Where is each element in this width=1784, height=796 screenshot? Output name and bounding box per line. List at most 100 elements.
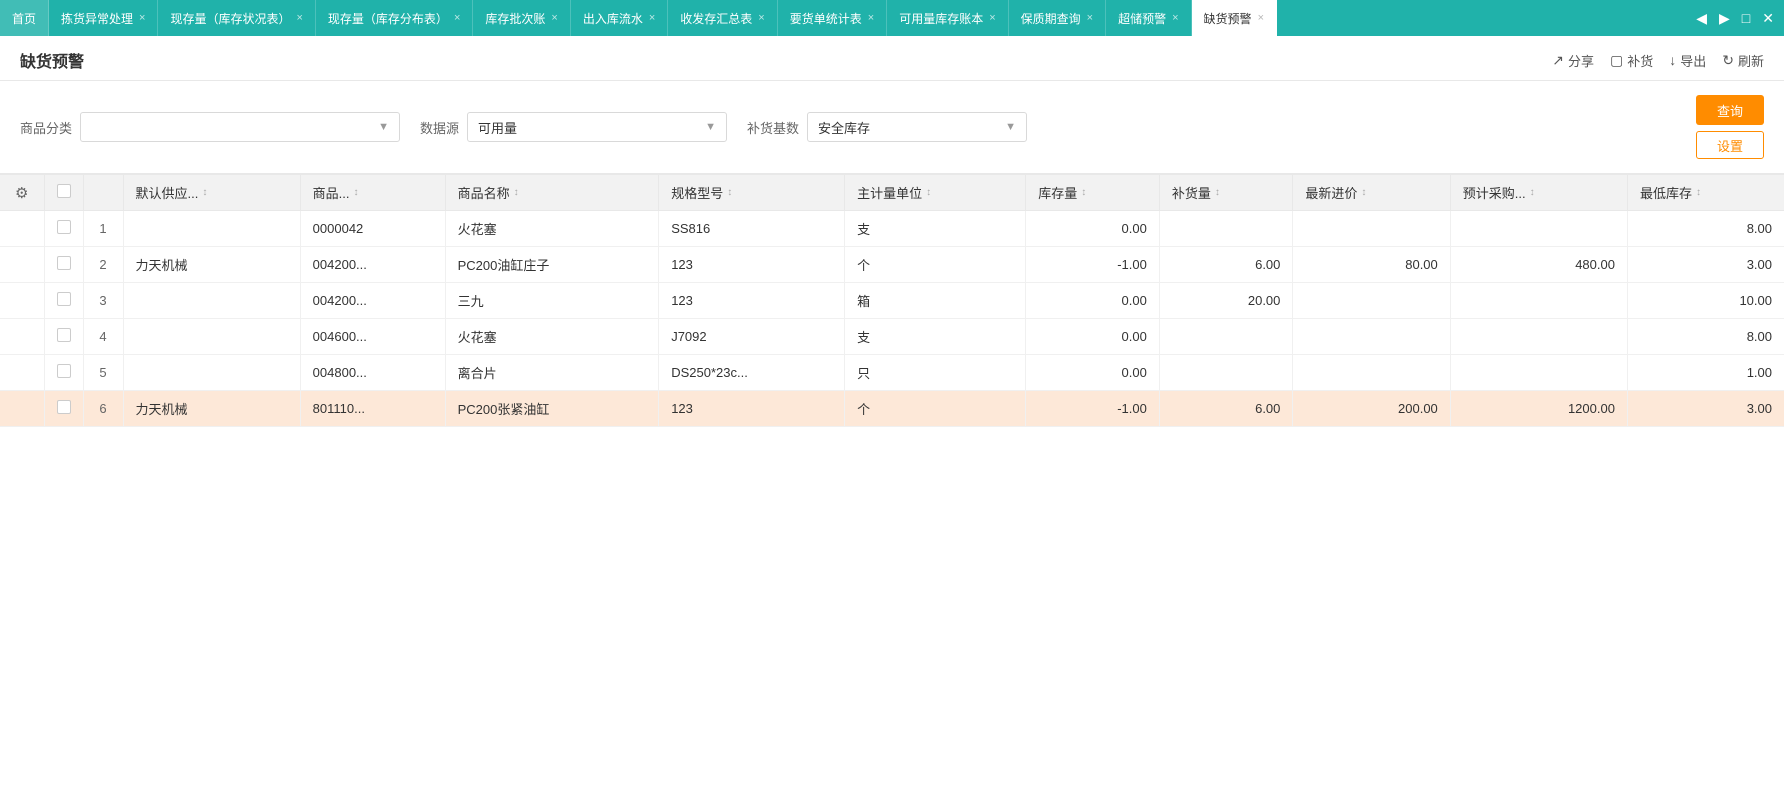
- category-select[interactable]: ▼: [80, 112, 400, 142]
- row-checkbox-3[interactable]: [44, 319, 83, 355]
- tab-available-close[interactable]: ×: [989, 12, 995, 24]
- row-product-name-0: 火花塞: [445, 211, 659, 247]
- col-min-stock-sort-icon: ↕: [1696, 187, 1701, 198]
- row-checkbox-2[interactable]: [44, 283, 83, 319]
- tab-inout-close[interactable]: ×: [649, 12, 655, 24]
- row-num-2: 3: [83, 283, 123, 319]
- datasource-label: 数据源: [420, 118, 459, 137]
- datasource-select-value: 可用量: [478, 118, 517, 137]
- row-checkbox-1[interactable]: [44, 247, 83, 283]
- row-num-1: 2: [83, 247, 123, 283]
- tab-batch[interactable]: 库存批次账 ×: [473, 0, 570, 36]
- col-min-stock-header[interactable]: 最低库存 ↕: [1627, 175, 1784, 211]
- tab-prev-button[interactable]: ◀: [1690, 8, 1713, 29]
- tab-overstock[interactable]: 超储预警 ×: [1106, 0, 1191, 36]
- col-supplier-label: 默认供应...: [136, 183, 199, 202]
- table-header-row: ⚙ 默认供应... ↕ 商品...: [0, 175, 1784, 211]
- tab-overstock-close[interactable]: ×: [1172, 12, 1178, 24]
- query-button[interactable]: 查询: [1696, 95, 1764, 125]
- col-unit-header[interactable]: 主计量单位 ↕: [845, 175, 1026, 211]
- row-cb-2[interactable]: [57, 292, 71, 306]
- tab-exception[interactable]: 拣货异常处理 ×: [49, 0, 158, 36]
- table-row: 3 004200... 三九 123 箱 0.00 20.00 10.00: [0, 283, 1784, 319]
- col-gear[interactable]: ⚙: [0, 175, 44, 211]
- row-spec-4: DS250*23c...: [659, 355, 845, 391]
- row-supplier-2: [123, 283, 300, 319]
- row-product-name-3: 火花塞: [445, 319, 659, 355]
- row-num-4: 5: [83, 355, 123, 391]
- tab-nav-buttons: ◀ ▶ □ ✕: [1686, 8, 1784, 29]
- col-restock-qty-label: 补货量: [1172, 183, 1211, 202]
- share-icon: ↗: [1552, 52, 1564, 69]
- row-cb-1[interactable]: [57, 256, 71, 270]
- restock-action[interactable]: ▢ 补货: [1610, 51, 1653, 70]
- col-spec-header[interactable]: 规格型号 ↕: [659, 175, 845, 211]
- tab-close-all-button[interactable]: ✕: [1756, 8, 1780, 29]
- tab-stock-dist-close[interactable]: ×: [454, 12, 460, 24]
- row-checkbox-0[interactable]: [44, 211, 83, 247]
- col-restock-qty-header[interactable]: 补货量 ↕: [1159, 175, 1293, 211]
- row-cb-0[interactable]: [57, 220, 71, 234]
- refresh-action[interactable]: ↻ 刷新: [1722, 51, 1764, 70]
- tab-shortage[interactable]: 缺货预警 ×: [1192, 0, 1277, 36]
- main-content: 缺货预警 ↗ 分享 ▢ 补货 ↓ 导出 ↻ 刷新 商品分类: [0, 36, 1784, 796]
- tab-next-button[interactable]: ▶: [1713, 8, 1736, 29]
- tab-requisition[interactable]: 要货单统计表 ×: [778, 0, 887, 36]
- row-stock-qty-2: 0.00: [1026, 283, 1160, 319]
- tab-stock-status-close[interactable]: ×: [296, 12, 302, 24]
- row-gear-2: [0, 283, 44, 319]
- col-est-purchase-header[interactable]: 预计采购... ↕: [1450, 175, 1627, 211]
- row-est-purchase-5: 1200.00: [1450, 391, 1627, 427]
- tab-batch-close[interactable]: ×: [551, 12, 557, 24]
- row-checkbox-4[interactable]: [44, 355, 83, 391]
- restock-label: 补货: [1627, 51, 1653, 70]
- col-supplier-header[interactable]: 默认供应... ↕: [123, 175, 300, 211]
- tab-collect-close[interactable]: ×: [758, 12, 764, 24]
- row-checkbox-5[interactable]: [44, 391, 83, 427]
- col-latest-price-sort-icon: ↕: [1361, 187, 1366, 198]
- row-cb-5[interactable]: [57, 400, 71, 414]
- row-spec-2: 123: [659, 283, 845, 319]
- col-product-name-header[interactable]: 商品名称 ↕: [445, 175, 659, 211]
- restock-icon: ▢: [1610, 52, 1623, 69]
- col-checkbox-header[interactable]: [44, 175, 83, 211]
- row-gear-4: [0, 355, 44, 391]
- tab-collect[interactable]: 收发存汇总表 ×: [668, 0, 777, 36]
- col-product-name-label: 商品名称: [458, 183, 510, 202]
- row-cb-3[interactable]: [57, 328, 71, 342]
- table-container: ⚙ 默认供应... ↕ 商品...: [0, 174, 1784, 427]
- row-num-5: 6: [83, 391, 123, 427]
- tab-available[interactable]: 可用量库存账本 ×: [887, 0, 1008, 36]
- row-restock-qty-5: 6.00: [1159, 391, 1293, 427]
- col-product-code-header[interactable]: 商品... ↕: [300, 175, 445, 211]
- col-stock-qty-header[interactable]: 库存量 ↕: [1026, 175, 1160, 211]
- tab-stock-status[interactable]: 现存量（库存状况表） ×: [158, 0, 315, 36]
- tab-shortage-label: 缺货预警: [1204, 10, 1252, 27]
- header-checkbox[interactable]: [57, 184, 71, 198]
- restock-base-select[interactable]: 安全库存 ▼: [807, 112, 1027, 142]
- tab-inout[interactable]: 出入库流水 ×: [571, 0, 668, 36]
- gear-icon[interactable]: ⚙: [15, 185, 28, 202]
- col-spec-sort-icon: ↕: [727, 187, 732, 198]
- category-filter-group: 商品分类 ▼: [20, 112, 400, 142]
- export-action[interactable]: ↓ 导出: [1669, 51, 1706, 70]
- datasource-select[interactable]: 可用量 ▼: [467, 112, 727, 142]
- row-unit-2: 箱: [845, 283, 1026, 319]
- col-restock-qty-sort-icon: ↕: [1215, 187, 1220, 198]
- tab-stock-dist[interactable]: 现存量（库存分布表） ×: [316, 0, 473, 36]
- col-latest-price-header[interactable]: 最新进价 ↕: [1293, 175, 1450, 211]
- tab-exception-close[interactable]: ×: [139, 12, 145, 24]
- row-latest-price-5: 200.00: [1293, 391, 1450, 427]
- tab-shortage-close[interactable]: ×: [1258, 12, 1264, 24]
- row-cb-4[interactable]: [57, 364, 71, 378]
- tab-expiry[interactable]: 保质期查询 ×: [1009, 0, 1106, 36]
- tab-home[interactable]: 首页: [0, 0, 49, 36]
- data-table: ⚙ 默认供应... ↕ 商品...: [0, 174, 1784, 427]
- tab-expiry-close[interactable]: ×: [1087, 12, 1093, 24]
- settings-button[interactable]: 设置: [1696, 131, 1764, 159]
- tab-requisition-close[interactable]: ×: [868, 12, 874, 24]
- share-action[interactable]: ↗ 分享: [1552, 51, 1594, 70]
- tab-restore-button[interactable]: □: [1736, 8, 1756, 28]
- export-label: 导出: [1680, 51, 1706, 70]
- row-supplier-1: 力天机械: [123, 247, 300, 283]
